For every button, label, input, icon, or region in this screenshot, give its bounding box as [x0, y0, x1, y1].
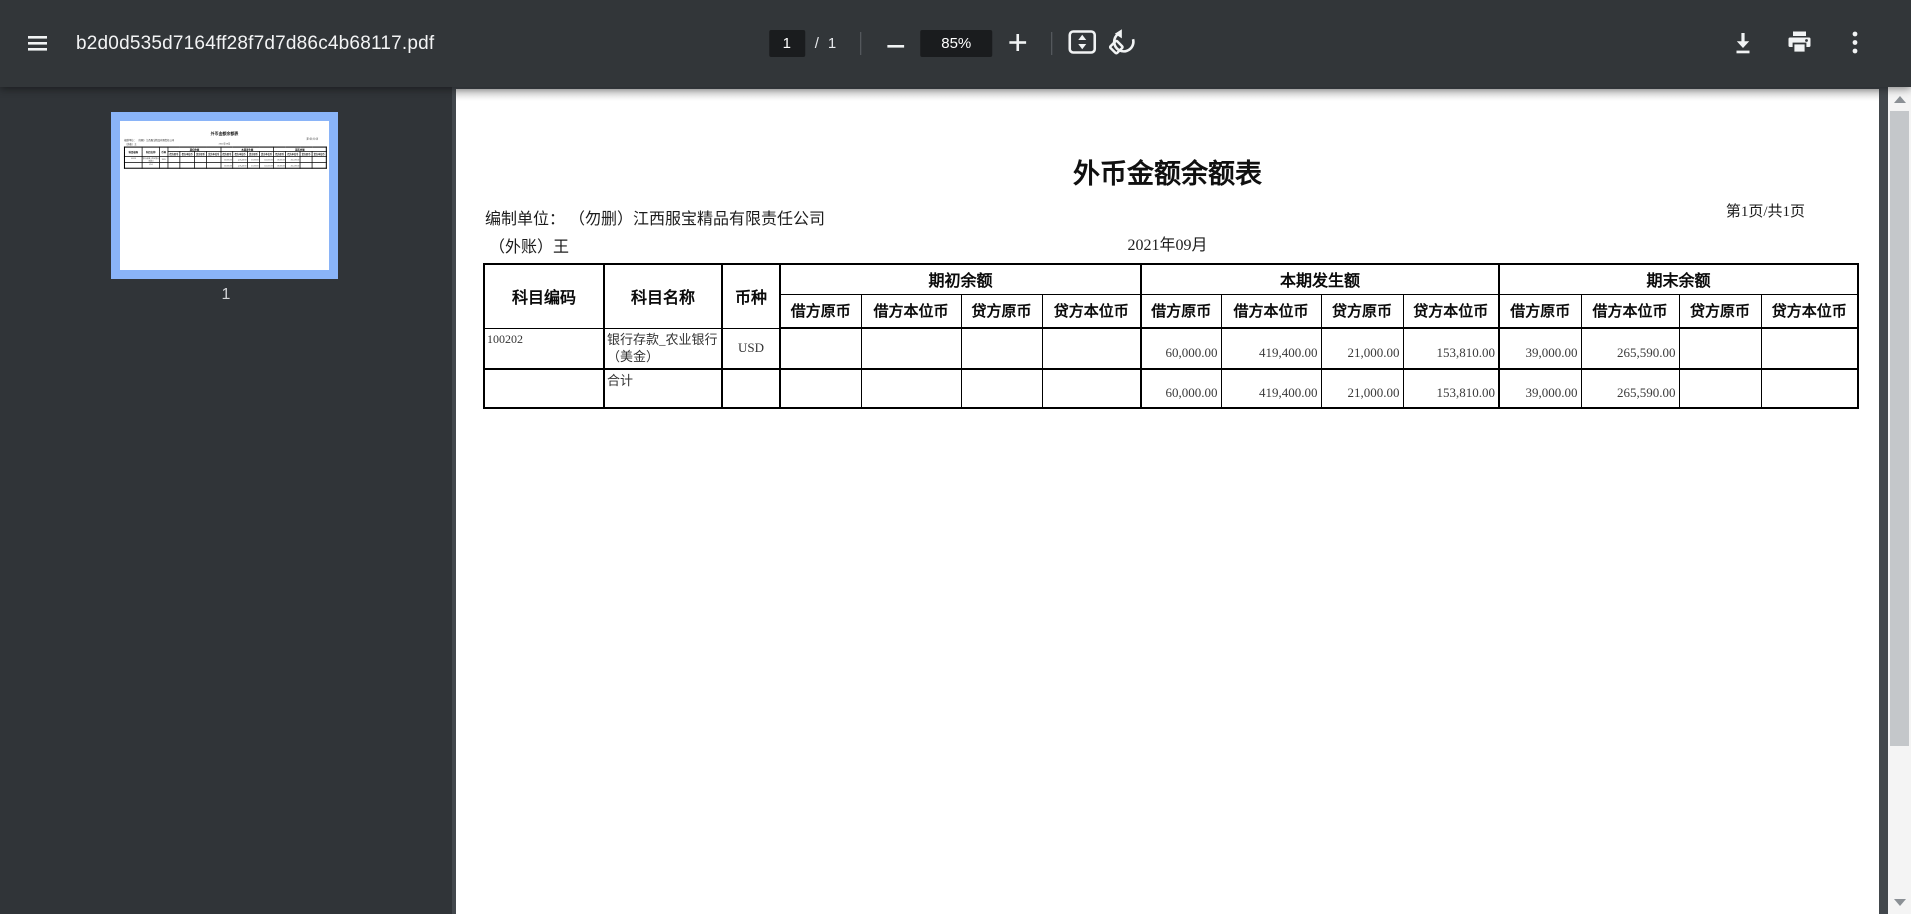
zoom-in-button[interactable]: [997, 24, 1037, 64]
cell-value: 60,000.00: [1140, 368, 1222, 409]
sub-header: 贷方本位币: [1041, 293, 1142, 329]
cell-value: [1678, 368, 1762, 409]
group-header-current: 本期发生额: [1140, 263, 1500, 295]
scroll-up-button[interactable]: [1888, 87, 1911, 111]
minus-icon: [886, 36, 904, 51]
cell-value: 265,590.00: [1580, 327, 1680, 370]
cell-value: 21,000.00: [1320, 327, 1404, 370]
group-header-ending: 期末余额: [1498, 263, 1859, 295]
cell-account-code: 100202: [483, 327, 605, 370]
kebab-menu-icon: [1852, 31, 1858, 57]
cell-value: [960, 327, 1043, 370]
cell-value: [860, 327, 962, 370]
cell-currency: USD: [721, 327, 781, 370]
report-page-info: 第1页/共1页: [1725, 204, 1805, 220]
table-group-header-row: 科目编码 科目名称 币种 期初余额 本期发生额 期末余额: [483, 263, 1859, 329]
sub-header: 贷方本位币: [1760, 293, 1859, 329]
cell-value: [1760, 368, 1859, 409]
page-number-input[interactable]: [768, 30, 805, 57]
col-header-code: 科目编码: [483, 263, 605, 329]
sub-header: 借方原币: [779, 293, 862, 329]
toolbar-divider: [860, 32, 862, 55]
zoom-out-button[interactable]: [875, 24, 915, 64]
cell-value: 60,000.00: [1140, 327, 1222, 370]
download-icon: [1732, 31, 1754, 57]
page-separator: /: [814, 35, 819, 52]
cell-account-name: 银行存款_农业银行（美金）: [603, 327, 723, 370]
print-icon: [1787, 31, 1812, 57]
thumbnail-sidebar: 外币金额余额表 编制单位： （勿删）江西服宝精品有限责任公司 （外账）王 202…: [0, 87, 452, 914]
col-header-name: 科目名称: [603, 263, 723, 329]
menu-button[interactable]: [15, 21, 59, 65]
toolbar-actions: [1723, 0, 1875, 87]
cell-value: [860, 368, 962, 409]
cell-value: [1041, 368, 1142, 409]
cell-value: 39,000.00: [1498, 327, 1582, 370]
viewer-body: 外币金额余额表 编制单位： （勿删）江西服宝精品有限责任公司 （外账）王 202…: [0, 87, 1911, 914]
zoom-level-display[interactable]: 85%: [920, 30, 993, 57]
sub-header: 贷方本位币: [1402, 293, 1500, 329]
sub-header: 借方原币: [1140, 293, 1222, 329]
cell-value: [1678, 327, 1762, 370]
scrollbar-thumb[interactable]: [1890, 111, 1909, 746]
sub-header: 借方本位币: [860, 293, 962, 329]
download-button[interactable]: [1723, 24, 1763, 64]
page-total: 1: [827, 35, 837, 52]
cell-value: 419,400.00: [1220, 368, 1322, 409]
scroll-down-button[interactable]: [1888, 890, 1911, 914]
sub-header: 贷方原币: [1678, 293, 1762, 329]
group-header-opening: 期初余额: [778, 263, 1142, 295]
col-header-currency: 币种: [721, 263, 781, 329]
plus-icon: [1008, 33, 1026, 54]
cell-value: [960, 368, 1043, 409]
cell-value: [779, 368, 862, 409]
fit-page-icon: [1068, 30, 1097, 57]
cell-value: 419,400.00: [1220, 327, 1322, 370]
more-options-button[interactable]: [1835, 24, 1875, 64]
thumbnail-page-preview: 外币金额余额表 编制单位： （勿删）江西服宝精品有限责任公司 （外账）王 202…: [120, 121, 329, 270]
toolbar-divider: [1051, 32, 1053, 55]
table-row: 100202 银行存款_农业银行（美金） USD 60,000.00 419,4…: [483, 327, 1859, 370]
report-period: 2021年09月: [1127, 237, 1208, 254]
cell-total-label: 合计: [603, 368, 723, 409]
cell-account-code: [483, 368, 605, 409]
scroll-down-arrow-icon: [1893, 898, 1906, 906]
page-zoom-controls: / 1 85%: [768, 0, 1143, 87]
sub-header: 贷方原币: [960, 293, 1043, 329]
cell-value: [1041, 327, 1142, 370]
cell-value: 153,810.00: [1402, 327, 1500, 370]
sub-header: 贷方原币: [1320, 293, 1404, 329]
sub-header: 借方本位币: [1580, 293, 1680, 329]
cell-value: [1760, 327, 1859, 370]
print-button[interactable]: [1779, 24, 1819, 64]
prepared-by-line1: 编制单位： （勿删）江西服宝精品有限责任公司: [485, 211, 826, 228]
page-thumbnail[interactable]: 外币金额余额表 编制单位： （勿删）江西服宝精品有限责任公司 （外账）王 202…: [111, 112, 338, 279]
document-filename: b2d0d535d7164ff28f7d7d86c4b68117.pdf: [76, 32, 435, 54]
pdf-page: 外币金额余额表 编制单位： （勿删）江西服宝精品有限责任公司 （外账）王 202…: [456, 89, 1879, 914]
table-total-row: 合计 60,000.00 419,400.00 21,000.00 153,81…: [483, 368, 1859, 409]
balance-table: 科目编码 科目名称 币种 期初余额 本期发生额 期末余额 借方原币 借方本位币 …: [483, 263, 1860, 409]
scroll-up-arrow-icon: [1893, 95, 1906, 103]
cell-value: [779, 327, 862, 370]
hamburger-icon: [27, 35, 47, 51]
report-title: 外币金额余额表: [1073, 159, 1262, 189]
cell-currency: [721, 368, 781, 409]
thumbnail-page-number: 1: [221, 286, 231, 303]
cell-value: 153,810.00: [1402, 368, 1500, 409]
cell-value: 21,000.00: [1320, 368, 1404, 409]
pdf-viewer-toolbar: b2d0d535d7164ff28f7d7d86c4b68117.pdf / 1…: [0, 0, 1911, 87]
document-viewport: 外币金额余额表 编制单位： （勿删）江西服宝精品有限责任公司 （外账）王 202…: [452, 87, 1888, 914]
cell-value: 265,590.00: [1580, 368, 1680, 409]
sub-header: 借方原币: [1498, 293, 1582, 329]
rotate-button[interactable]: [1102, 24, 1142, 64]
rotate-counterclockwise-icon: [1107, 28, 1137, 60]
vertical-scrollbar[interactable]: [1888, 87, 1911, 914]
cell-value: 39,000.00: [1498, 368, 1582, 409]
sub-header: 借方本位币: [1220, 293, 1322, 329]
fit-to-page-button[interactable]: [1062, 24, 1102, 64]
